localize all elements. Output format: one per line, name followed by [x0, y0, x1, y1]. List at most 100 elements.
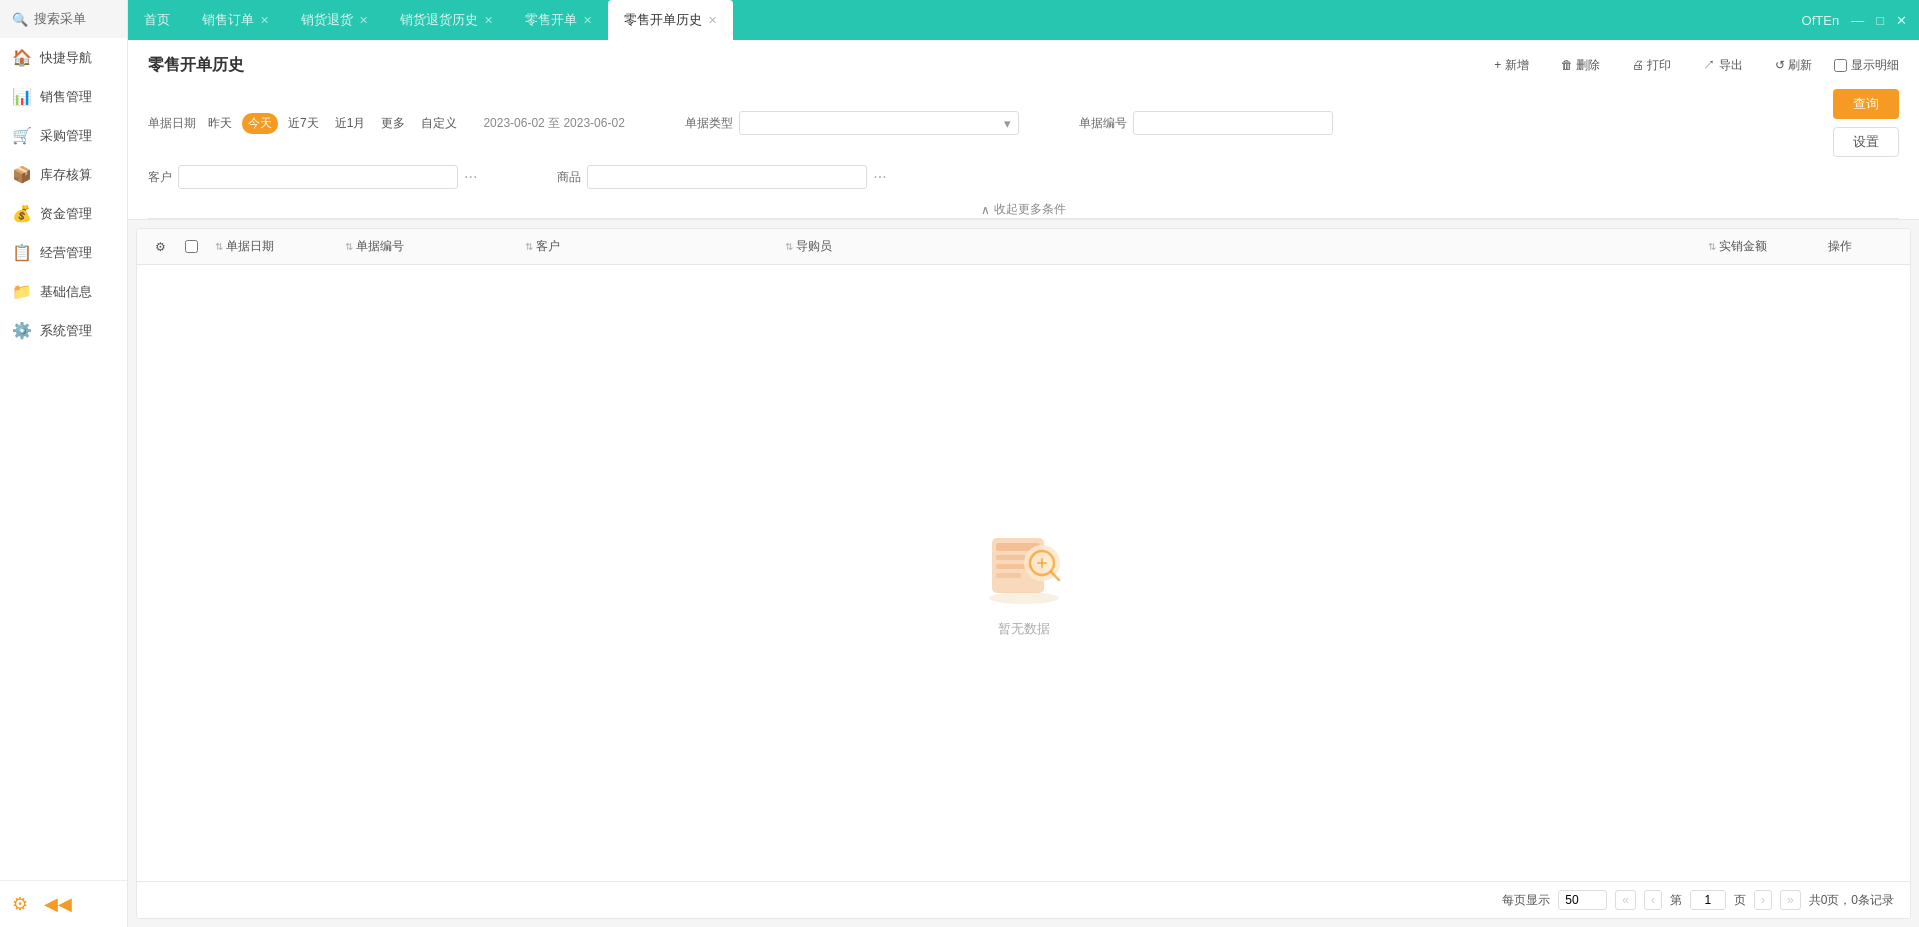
customer-input[interactable]: [178, 165, 458, 189]
add-button[interactable]: + 新增: [1484, 52, 1538, 79]
sidebar-item-purchase-mgmt[interactable]: 🛒 采购管理: [0, 116, 127, 155]
sidebar-label-purchase-mgmt: 采购管理: [40, 127, 92, 145]
settings-icon[interactable]: ⚙: [12, 893, 28, 915]
order-num-input[interactable]: [1133, 111, 1333, 135]
tab-close-sales-return[interactable]: ✕: [359, 14, 368, 27]
show-detail-label[interactable]: 显示明细: [1834, 57, 1899, 74]
tab-bar: 首页销售订单✕销货退货✕销货退货历史✕零售开单✕零售开单历史✕ OfTEn — …: [128, 0, 1919, 40]
svg-rect-5: [996, 573, 1021, 578]
sidebar-item-quick-nav[interactable]: 🏠 快捷导航: [0, 38, 127, 77]
tab-sales-return[interactable]: 销货退货 ✕: [285, 0, 384, 40]
current-page-input[interactable]: [1690, 890, 1726, 910]
tab-label-sales-return: 销货退货: [301, 11, 353, 29]
content-area: 零售开单历史 + 新增 🗑 删除 🖨 打印 ↗ 导出 ↺ 刷新 显示明细: [128, 40, 1919, 927]
select-all-col: [177, 240, 207, 253]
sidebar-search[interactable]: 🔍 搜索采单: [0, 0, 127, 38]
col-date[interactable]: ⇅ 单据日期: [207, 238, 337, 255]
collapse-icon: ∧: [981, 203, 990, 217]
col-guide[interactable]: ⇅ 导购员: [777, 238, 917, 255]
tab-sales-order[interactable]: 销售订单✕: [186, 0, 285, 40]
sidebar-item-inventory[interactable]: 📦库存核算: [0, 155, 127, 194]
window-close[interactable]: ✕: [1896, 13, 1907, 28]
collapse-filter-btn[interactable]: ∧ 收起更多条件: [148, 197, 1899, 218]
per-page-select[interactable]: 50 100 200: [1558, 890, 1607, 910]
col-num[interactable]: ⇅ 单据编号: [337, 238, 517, 255]
tab-close-retail-open-history[interactable]: ✕: [708, 14, 717, 27]
goods-dots[interactable]: ···: [873, 168, 886, 186]
col-num-label: 单据编号: [356, 238, 404, 255]
toolbar: + 新增 🗑 删除 🖨 打印 ↗ 导出 ↺ 刷新 显示明细: [1484, 52, 1899, 79]
sidebar-item-ops-mgmt[interactable]: 📋经营管理: [0, 233, 127, 272]
sidebar-item-sales-mgmt[interactable]: 📊销售管理: [0, 77, 127, 116]
tab-label-sales-return-history: 销货退货历史: [400, 11, 478, 29]
sidebar-label-quick-nav: 快捷导航: [40, 49, 92, 67]
tab-label-retail-open: 零售开单: [525, 11, 577, 29]
sidebar-item-sys-mgmt[interactable]: ⚙️系统管理: [0, 311, 127, 350]
tab-retail-open-history[interactable]: 零售开单历史 ✕: [608, 0, 733, 40]
date-range: 2023-06-02 至 2023-06-02: [483, 115, 624, 132]
set-button[interactable]: 设置: [1833, 127, 1899, 157]
sidebar-label-finance: 资金管理: [40, 205, 92, 223]
sidebar-search-label: 搜索采单: [34, 10, 86, 28]
table-body: 暂无数据: [137, 265, 1910, 881]
sidebar-icon-purchase-mgmt: 🛒: [12, 126, 32, 145]
refresh-button[interactable]: ↺ 刷新: [1765, 52, 1822, 79]
query-set-col: 查询 设置: [1833, 89, 1899, 157]
table-area: ⚙ ⇅ 单据日期 ⇅ 单据编号 ⇅ 客户 ⇅ 导购员: [136, 228, 1911, 919]
sidebar-label-sales-mgmt: 销售管理: [40, 88, 92, 106]
sidebar-item-finance[interactable]: 💰 资金管理: [0, 194, 127, 233]
more-btn[interactable]: 更多: [375, 113, 411, 134]
select-all-checkbox[interactable]: [185, 240, 198, 253]
page-title: 零售开单历史: [148, 55, 244, 76]
sort-icon-num: ⇅: [345, 241, 353, 252]
sort-icon: ⇅: [215, 241, 223, 252]
column-settings-btn[interactable]: ⚙: [147, 240, 177, 254]
tab-home[interactable]: 首页: [128, 0, 186, 40]
last-page-btn[interactable]: »: [1780, 890, 1801, 910]
tab-close-retail-open[interactable]: ✕: [583, 14, 592, 27]
1month-btn[interactable]: 近1月: [329, 113, 372, 134]
sidebar-icon-finance: 💰: [12, 204, 32, 223]
col-guide-label: 导购员: [796, 238, 832, 255]
tab-label-retail-open-history: 零售开单历史: [624, 11, 702, 29]
col-op-label: 操作: [1828, 238, 1852, 255]
col-client[interactable]: ⇅ 客户: [517, 238, 777, 255]
goods-input[interactable]: [587, 165, 867, 189]
query-button[interactable]: 查询: [1833, 89, 1899, 119]
customer-dots[interactable]: ···: [464, 168, 477, 186]
empty-text: 暂无数据: [998, 620, 1050, 638]
delete-button[interactable]: 🗑 删除: [1551, 52, 1610, 79]
custom-btn[interactable]: 自定义: [415, 113, 463, 134]
prev-page-btn[interactable]: ‹: [1644, 890, 1662, 910]
sidebar-label-sys-mgmt: 系统管理: [40, 322, 92, 340]
search-icon: 🔍: [12, 12, 28, 27]
date-shortcuts: 昨天 今天 近7天 近1月 更多 自定义: [202, 113, 463, 134]
print-button[interactable]: 🖨 打印: [1622, 52, 1681, 79]
sidebar-label-basic-info: 基础信息: [40, 283, 92, 301]
col-op: 操作: [1820, 238, 1900, 255]
show-detail-checkbox[interactable]: [1834, 59, 1847, 72]
tab-sales-return-history[interactable]: 销货退货历史 ✕: [384, 0, 509, 40]
collapse-sidebar-icon[interactable]: ◀◀: [44, 893, 72, 915]
order-type-select[interactable]: [739, 111, 1019, 135]
tab-close-sales-return-history[interactable]: ✕: [484, 14, 493, 27]
col-amount[interactable]: ⇅ 实销金额: [1700, 238, 1820, 255]
sidebar-icon-quick-nav: 🏠: [12, 48, 32, 67]
goods-label: 商品: [557, 169, 581, 186]
yesterday-btn[interactable]: 昨天: [202, 113, 238, 134]
page-header: 零售开单历史 + 新增 🗑 删除 🖨 打印 ↗ 导出 ↺ 刷新 显示明细: [128, 40, 1919, 220]
tab-close-sales-order[interactable]: ✕: [260, 14, 269, 27]
date-filter: 单据日期 昨天 今天 近7天 近1月 更多 自定义: [148, 113, 463, 134]
today-btn[interactable]: 今天: [242, 113, 278, 134]
col-client-label: 客户: [536, 238, 560, 255]
window-minimize[interactable]: —: [1851, 13, 1864, 28]
sort-icon-guide: ⇅: [785, 241, 793, 252]
first-page-btn[interactable]: «: [1615, 890, 1636, 910]
tab-retail-open[interactable]: 零售开单 ✕: [509, 0, 608, 40]
sidebar-item-basic-info[interactable]: 📁基础信息: [0, 272, 127, 311]
window-maximize[interactable]: □: [1876, 13, 1884, 28]
export-button[interactable]: ↗ 导出: [1693, 52, 1752, 79]
filter-row-2: 客户 ··· 商品 ···: [148, 165, 1899, 189]
next-page-btn[interactable]: ›: [1754, 890, 1772, 910]
7days-btn[interactable]: 近7天: [282, 113, 325, 134]
